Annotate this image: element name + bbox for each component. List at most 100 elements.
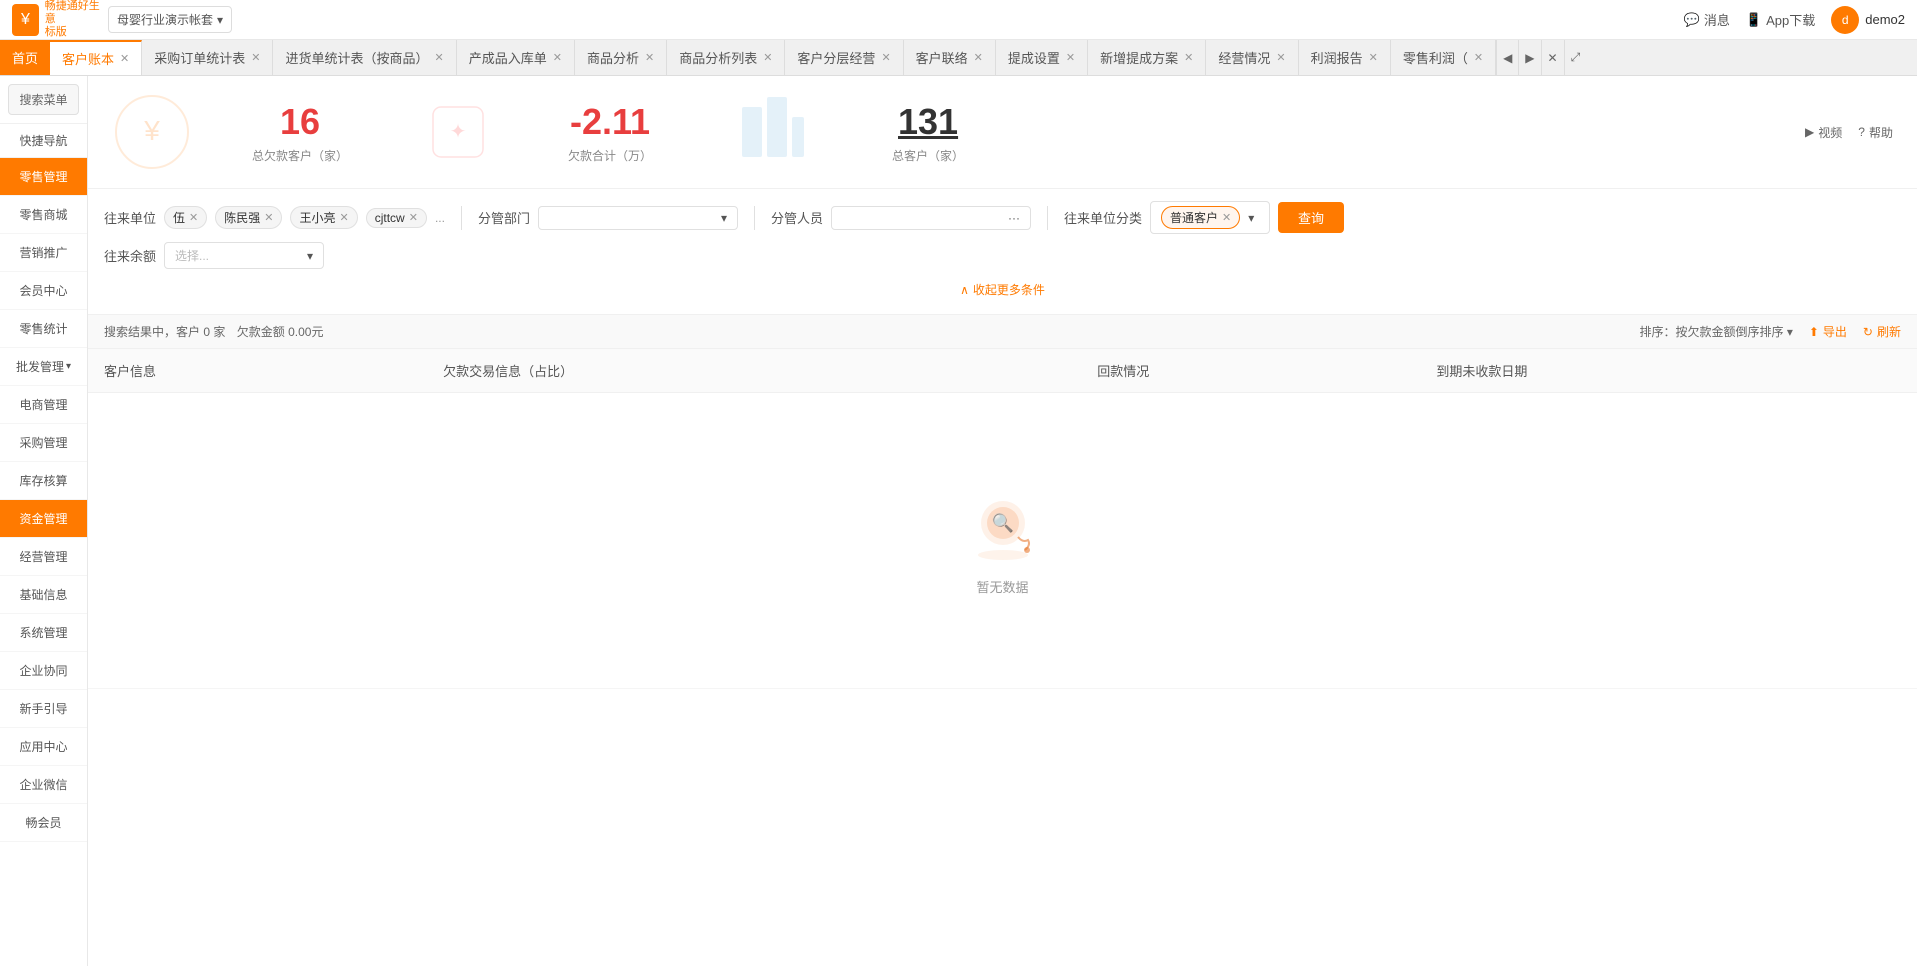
tab-close-icon[interactable]: ✕ [251,51,260,64]
sidebar-item-enterprise[interactable]: 企业协同 [0,652,87,690]
chevron-up-icon: ∧ [960,283,969,297]
tab-promotion-settings[interactable]: 提成设置 ✕ [996,40,1088,76]
message-button[interactable]: 💬 消息 [1684,10,1730,29]
sidebar-item-enterprise-wechat[interactable]: 企业微信 [0,766,87,804]
filter-tag-close-icon[interactable]: ✕ [189,211,198,224]
filter-divider-2 [754,206,755,230]
col-overdue-date: 到期未收款日期 [1420,349,1917,393]
tab-close-icon[interactable]: ✕ [974,51,983,64]
filter-divider [461,206,462,230]
sidebar-item-system[interactable]: 系统管理 [0,614,87,652]
sidebar-item-retail-mall[interactable]: 零售商城 [0,196,87,234]
tab-next-button[interactable]: ▶ [1518,40,1540,76]
content-inner: ¥ 16 总欠款客户（家） ✦ -2. [88,76,1917,966]
dept-select[interactable]: ▾ [538,206,738,230]
stat-debt-amount: -2.11 欠款合计（万） [528,101,692,164]
tab-close-icon[interactable]: ✕ [553,51,562,64]
tab-close-icon[interactable]: ✕ [1184,51,1193,64]
sidebar-item-inventory[interactable]: 库存核算 [0,462,87,500]
sidebar-item-purchase[interactable]: 采购管理 [0,424,87,462]
filter-tag-close-icon[interactable]: ✕ [264,211,273,224]
tab-customer-segment[interactable]: 客户分层经营 ✕ [785,40,903,76]
balance-select[interactable]: 选择... ▾ [164,242,324,269]
filter-tag-chen[interactable]: 陈民强 ✕ [215,206,282,229]
video-button[interactable]: ▶ 视频 [1805,124,1842,141]
app-download-button[interactable]: 📱 App下载 [1746,10,1815,29]
refresh-button[interactable]: ↻ 刷新 [1863,323,1901,340]
filter-tag-close-icon[interactable]: ✕ [340,211,349,224]
filter-more-button[interactable]: ... [435,211,445,225]
top-bar: ¥ 畅捷通好生意 标版 母婴行业演示帐套 ▾ 💬 消息 📱 App下载 d de… [0,0,1917,40]
tab-home[interactable]: 首页 [0,40,50,76]
avatar: d [1831,6,1859,34]
filter-tag-close-icon[interactable]: ✕ [1222,211,1231,224]
tab-goods-analysis-list[interactable]: 商品分析列表 ✕ [667,40,785,76]
video-icon: ▶ [1805,125,1814,139]
person-select[interactable]: ··· [831,206,1031,230]
message-icon: 💬 [1684,12,1700,28]
tab-prev-button[interactable]: ◀ [1496,40,1518,76]
sidebar-item-marketing[interactable]: 营销推广 [0,234,87,272]
tab-close-icon[interactable]: ✕ [1276,51,1285,64]
tab-close-icon[interactable]: ✕ [435,51,444,64]
workspace-selector[interactable]: 母婴行业演示帐套 ▾ [108,6,232,33]
tab-goods-analysis[interactable]: 商品分析 ✕ [575,40,667,76]
filter-tag-close-icon[interactable]: ✕ [409,211,418,224]
filter-area: 往来单位 伍 ✕ 陈民强 ✕ 王小亮 ✕ [88,189,1917,315]
tab-expand-button[interactable]: ⤢ [1564,40,1587,76]
col-debt-trade: 欠款交易信息（占比） [427,349,1081,393]
sidebar-item-retail-management[interactable]: 零售管理 [0,158,87,196]
filter-tag-wang[interactable]: 王小亮 ✕ [290,206,357,229]
tab-bar: 首页 客户账本 ✕ 采购订单统计表 ✕ 进货单统计表（按商品） ✕ 产成品入库单… [0,40,1917,76]
sidebar-item-ecommerce[interactable]: 电商管理 [0,386,87,424]
sidebar-item-capital[interactable]: 资金管理 [0,500,87,538]
tab-close-icon[interactable]: ✕ [120,52,129,65]
tab-purchase-order[interactable]: 采购订单统计表 ✕ [142,40,273,76]
tab-close-all-button[interactable]: ✕ [1541,40,1564,76]
query-button[interactable]: 查询 [1278,202,1344,233]
sidebar-item-member-center[interactable]: 会员中心 [0,272,87,310]
tab-close-icon[interactable]: ✕ [1474,51,1483,64]
balance-filter-label: 往来余额 [104,246,156,265]
quick-nav-button[interactable]: 快捷导航 [0,124,87,158]
tab-customer-capital[interactable]: 客户账本 ✕ [50,40,142,76]
tab-close-icon[interactable]: ✕ [1066,51,1075,64]
sidebar-item-vip[interactable]: 畅会员 [0,804,87,842]
tab-profit-report[interactable]: 利润报告 ✕ [1299,40,1391,76]
top-bar-right: 💬 消息 📱 App下载 d demo2 [1684,6,1905,34]
tab-incoming-stats[interactable]: 进货单统计表（按商品） ✕ [273,40,456,76]
sidebar-item-basic-info[interactable]: 基础信息 [0,576,87,614]
filter-row-1: 往来单位 伍 ✕ 陈民强 ✕ 王小亮 ✕ [104,201,1901,234]
stat-total-clients-value: 131 [898,101,958,143]
sidebar-item-app-center[interactable]: 应用中心 [0,728,87,766]
tab-close-icon[interactable]: ✕ [1369,51,1378,64]
collapse-filter-button[interactable]: ∧ 收起更多条件 [104,277,1901,302]
stat-total-clients: 131 总客户（家） [852,101,1004,164]
tab-close-icon[interactable]: ✕ [645,51,654,64]
filter-tag-cjttcw[interactable]: cjttcw ✕ [366,208,427,228]
export-button[interactable]: ⬆ 导出 [1809,323,1847,340]
chevron-down-icon: ▾ [66,361,71,372]
unit-type-tag[interactable]: 普通客户 ✕ [1161,206,1240,229]
sidebar-item-new-guide[interactable]: 新手引导 [0,690,87,728]
unit-type-filter-label: 往来单位分类 [1064,208,1142,227]
sidebar-item-retail-stats[interactable]: 零售统计 [0,310,87,348]
tab-retail-profit[interactable]: 零售利润（ ✕ [1391,40,1496,76]
sidebar-item-operations[interactable]: 经营管理 [0,538,87,576]
unit-type-select[interactable]: 普通客户 ✕ ▾ [1150,201,1270,234]
tab-operations[interactable]: 经营情况 ✕ [1206,40,1298,76]
search-menu-button[interactable]: 搜索菜单 [8,84,79,115]
col-customer-info: 客户信息 [88,349,427,393]
result-bar: 搜索结果中，客户 0 家 欠款金额 0.00元 排序：按欠款金额倒序排序 ▾ ⬆ [88,315,1917,349]
tab-close-icon[interactable]: ✕ [881,51,890,64]
empty-state: 🔍 暂无数据 [104,405,1901,676]
help-button[interactable]: ? 帮助 [1858,124,1893,141]
tab-new-promotion[interactable]: 新增提成方案 ✕ [1088,40,1206,76]
user-area[interactable]: d demo2 [1831,6,1905,34]
sidebar-item-wholesale[interactable]: 批发管理 ▾ [0,348,87,386]
tab-product-cost[interactable]: 产成品入库单 ✕ [457,40,575,76]
filter-tag-wu[interactable]: 伍 ✕ [164,206,207,229]
sort-selector[interactable]: 排序：按欠款金额倒序排序 ▾ [1639,323,1792,340]
tab-close-icon[interactable]: ✕ [763,51,772,64]
tab-customer-contact[interactable]: 客户联络 ✕ [904,40,996,76]
